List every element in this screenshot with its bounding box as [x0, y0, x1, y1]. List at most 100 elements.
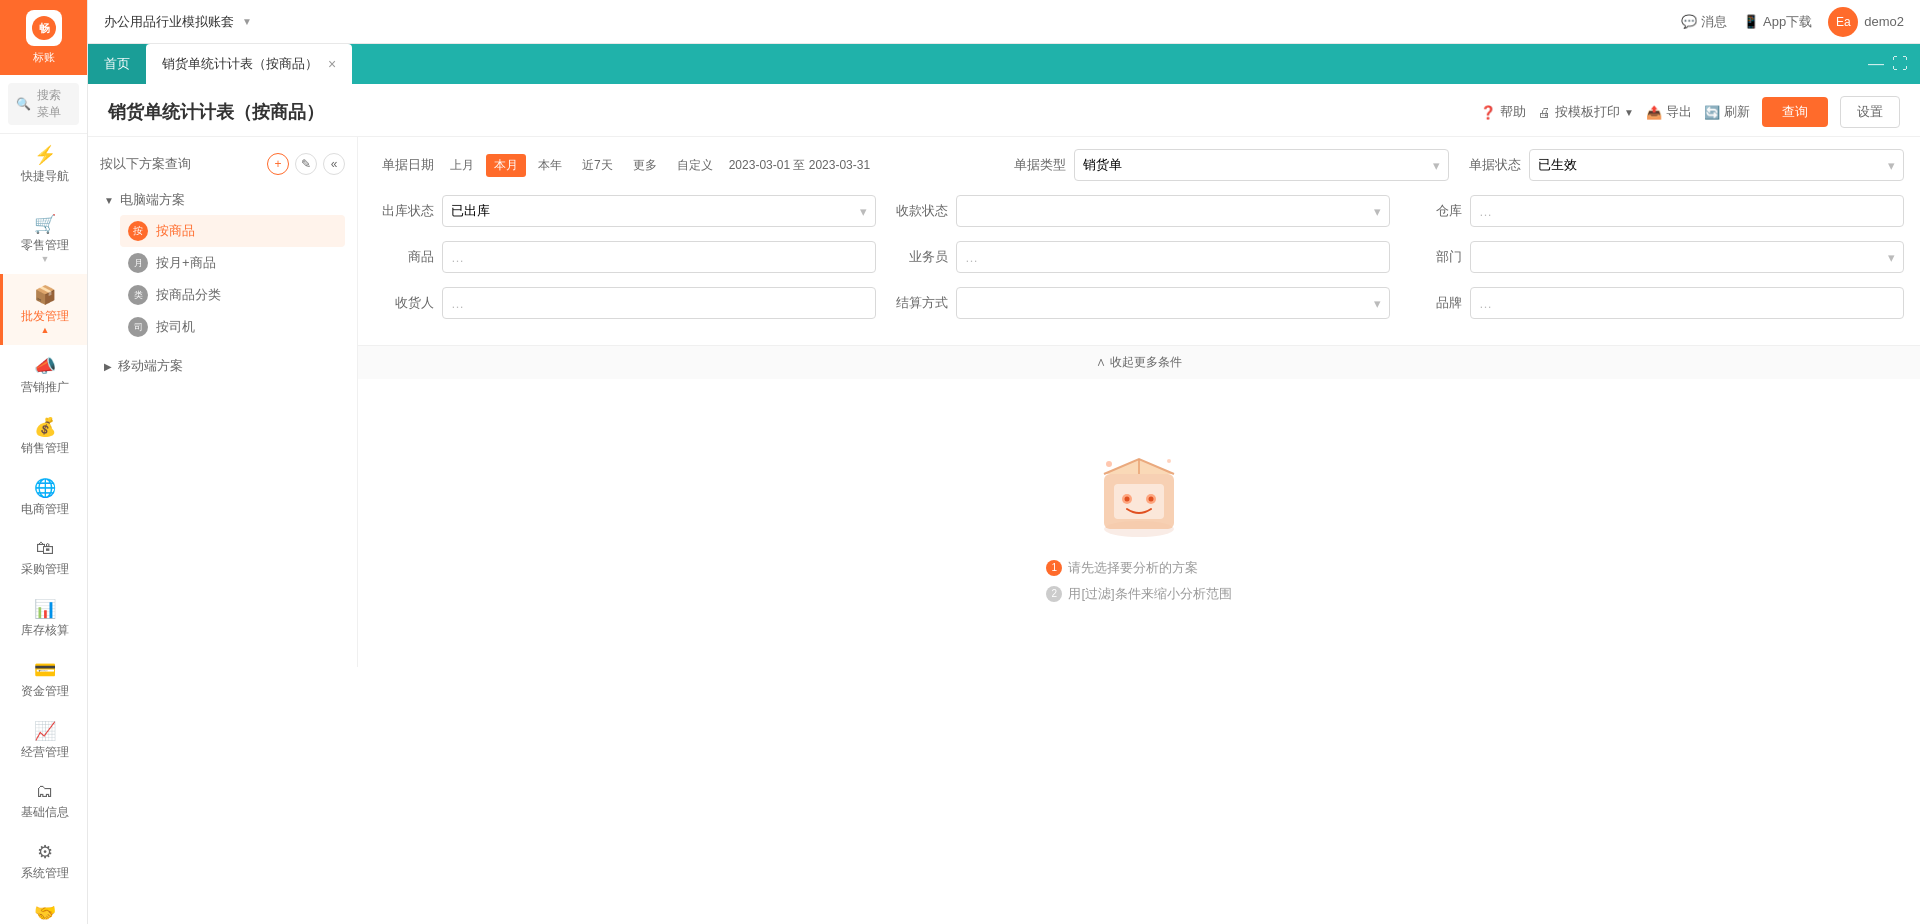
empty-step-2: 2 用[过滤]条件来缩小分析范围	[1046, 581, 1231, 607]
collapse-sidebar-btn[interactable]: «	[323, 153, 345, 175]
doc-status-select[interactable]: 已生效 ▾	[1529, 149, 1904, 181]
tree-child-by-cashier[interactable]: 司 按司机	[120, 311, 345, 343]
staff-select[interactable]: …	[956, 241, 1390, 273]
brand-value: …	[1479, 296, 1492, 311]
sidebar-item-purchase[interactable]: 🛍 采购管理	[0, 528, 87, 588]
warehouse-label: 出库状态	[374, 202, 434, 220]
sales-icon: 💰	[34, 416, 56, 438]
product-label: 商品	[374, 248, 434, 266]
sidebar-item-basic[interactable]: 🗂 基础信息	[0, 771, 87, 831]
sidebar-item-wholesale[interactable]: 📦 批发管理 ▲	[0, 274, 87, 345]
by-cashier-icon: 司	[128, 317, 148, 337]
tree-child-by-product[interactable]: 按 按商品	[120, 215, 345, 247]
search-nav-section: 🔍 搜索菜单	[0, 75, 87, 134]
empty-state: 1 请先选择要分析的方案 2 用[过滤]条件来缩小分析范围	[358, 379, 1920, 667]
step-1-num: 1	[1046, 560, 1062, 576]
filter-row-2: 出库状态 已出库 ▾ 收款状态 ▾	[374, 195, 1904, 227]
by-category-icon: 类	[128, 285, 148, 305]
settings-btn[interactable]: 设置	[1840, 96, 1900, 128]
sidebar-item-inventory[interactable]: 📊 库存核算	[0, 588, 87, 649]
payment-status-select[interactable]: ▾	[956, 195, 1390, 227]
payment-method-select[interactable]: ▾	[956, 287, 1390, 319]
quick-nav-icon: ⚡	[34, 144, 56, 166]
sidebar-item-retail[interactable]: 🛒 零售管理 ▼	[0, 203, 87, 274]
tab-bar: 首页 销货单统计计表（按商品） × — ⛶	[88, 44, 1920, 84]
add-scheme-btn[interactable]: +	[267, 153, 289, 175]
svg-point-8	[1125, 497, 1130, 502]
pc-section-label: 电脑端方案	[120, 191, 185, 209]
date-btn-custom[interactable]: 自定义	[669, 154, 721, 177]
storage-select[interactable]: …	[1470, 195, 1904, 227]
warehouse-arrow: ▾	[860, 204, 867, 219]
sidebar-item-system[interactable]: ⚙ 系统管理	[0, 831, 87, 892]
sidebar-item-marketing[interactable]: 📣 营销推广	[0, 345, 87, 406]
sidebar-item-cooperation[interactable]: 🤝 企业协同	[0, 892, 87, 924]
empty-step-1: 1 请先选择要分析的方案	[1046, 555, 1231, 581]
export-btn[interactable]: 📤 导出	[1646, 103, 1692, 121]
sidebar-item-quick-nav[interactable]: ⚡ 快捷导航	[0, 134, 87, 195]
svg-point-10	[1106, 461, 1112, 467]
collapse-more-btn[interactable]: ∧ 收起更多条件	[358, 345, 1920, 379]
tree-child-by-category[interactable]: 类 按商品分类	[120, 279, 345, 311]
inventory-icon: 📊	[34, 598, 56, 620]
global-sidebar: 畅 标账 🔍 搜索菜单 ⚡ 快捷导航 🛒 零售管理 ▼ 📦 批发管理 ▲ 📣 营…	[0, 0, 88, 924]
minimize-btn[interactable]: —	[1868, 55, 1884, 73]
date-btn-7days[interactable]: 近7天	[574, 154, 621, 177]
refresh-icon: 🔄	[1704, 105, 1720, 120]
purchase-icon: 🛍	[36, 538, 54, 559]
export-icon: 📤	[1646, 105, 1662, 120]
doc-type-select[interactable]: 销货单 ▾	[1074, 149, 1449, 181]
by-month-product-icon: 月	[128, 253, 148, 273]
app-dropdown-arrow[interactable]: ▼	[242, 16, 252, 27]
sidebar-item-operations[interactable]: 📈 经营管理	[0, 710, 87, 771]
tree-parent-mobile[interactable]: ▶ 移动端方案	[100, 351, 345, 381]
date-btn-this-month[interactable]: 本月	[486, 154, 526, 177]
tab-home[interactable]: 首页	[88, 44, 146, 84]
sidebar-item-ecommerce[interactable]: 🌐 电商管理	[0, 467, 87, 528]
operations-icon: 📈	[34, 720, 56, 742]
date-label: 单据日期	[374, 156, 434, 174]
logo-icon: 畅	[26, 10, 62, 46]
page-content: 销货单统计计表（按商品） ❓ 帮助 🖨 按模板打印 ▼ 📤 导出 🔄 刷新	[88, 84, 1920, 924]
refresh-btn[interactable]: 🔄 刷新	[1704, 103, 1750, 121]
mobile-section-label: 移动端方案	[118, 357, 183, 375]
receiver-label: 收货人	[374, 294, 434, 312]
help-btn[interactable]: ❓ 帮助	[1480, 103, 1526, 121]
message-btn[interactable]: 💬 消息	[1681, 13, 1727, 31]
receiver-select[interactable]: …	[442, 287, 876, 319]
payment-method-arrow: ▾	[1374, 296, 1381, 311]
header-left: 办公用品行业模拟账套 ▼	[104, 13, 252, 31]
date-btn-more[interactable]: 更多	[625, 154, 665, 177]
warehouse-select[interactable]: 已出库 ▾	[442, 195, 876, 227]
tab-sales-stats[interactable]: 销货单统计计表（按商品） ×	[146, 44, 352, 84]
doc-type-label: 单据类型	[1006, 156, 1066, 174]
maximize-btn[interactable]: ⛶	[1892, 55, 1908, 73]
product-select[interactable]: …	[442, 241, 876, 273]
warehouse-value: 已出库	[451, 202, 490, 220]
sidebar-item-sales[interactable]: 💰 销售管理	[0, 406, 87, 467]
filter-item-doc-type: 单据类型 销货单 ▾	[1006, 149, 1449, 181]
date-btn-last-month[interactable]: 上月	[442, 154, 482, 177]
marketing-icon: 📣	[34, 355, 56, 377]
filter-item-date: 单据日期 上月 本月 本年 近7天 更多 自定义 2023-03-01 至 20…	[374, 154, 994, 177]
doc-type-arrow: ▾	[1433, 158, 1440, 173]
print-btn[interactable]: 🖨 按模板打印 ▼	[1538, 103, 1634, 121]
date-btn-this-year[interactable]: 本年	[530, 154, 570, 177]
tree-child-by-month-product[interactable]: 月 按月+商品	[120, 247, 345, 279]
brand-select[interactable]: …	[1470, 287, 1904, 319]
avatar: Ea	[1828, 7, 1858, 37]
tree-parent-pc[interactable]: ▼ 电脑端方案	[100, 185, 345, 215]
query-btn[interactable]: 查询	[1762, 97, 1828, 127]
logo-text: 标账	[33, 50, 55, 65]
payment-arrow: ▾	[1374, 204, 1381, 219]
search-menu-input[interactable]: 🔍 搜索菜单	[8, 83, 79, 125]
sidebar-item-finance[interactable]: 💳 资金管理	[0, 649, 87, 710]
app-download-btn[interactable]: 📱 App下载	[1743, 13, 1812, 31]
edit-scheme-btn[interactable]: ✎	[295, 153, 317, 175]
filter-sidebar-title: 按以下方案查询	[100, 155, 191, 173]
svg-point-9	[1149, 497, 1154, 502]
page-header: 销货单统计计表（按商品） ❓ 帮助 🖨 按模板打印 ▼ 📤 导出 🔄 刷新	[88, 84, 1920, 137]
user-section[interactable]: Ea demo2	[1828, 7, 1904, 37]
dept-select[interactable]: ▾	[1470, 241, 1904, 273]
tab-close-btn[interactable]: ×	[328, 56, 336, 72]
